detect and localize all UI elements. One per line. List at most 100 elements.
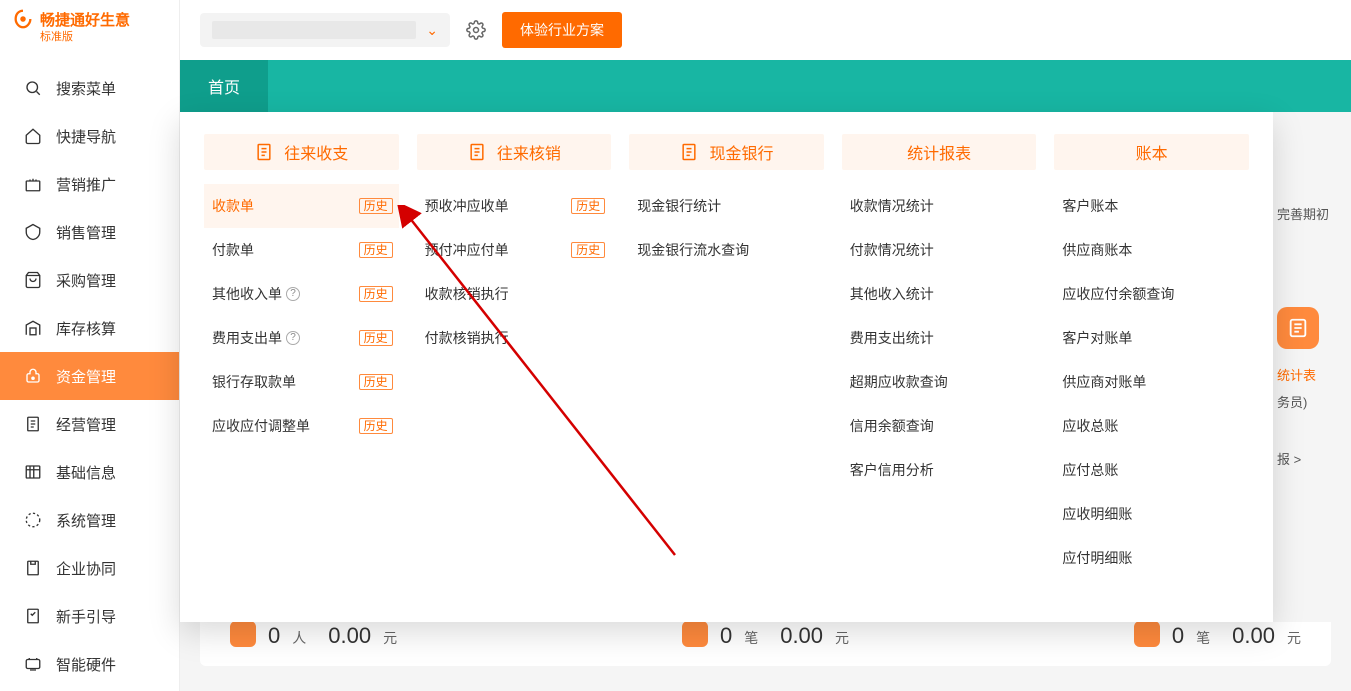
submenu-item[interactable]: 应付明细账 [1054, 536, 1249, 580]
submenu-item[interactable]: 供应商账本 [1054, 228, 1249, 272]
submenu-item[interactable]: 客户账本 [1054, 184, 1249, 228]
submenu-item-label: 收款核销执行 [425, 284, 509, 304]
nav-label: 搜索菜单 [56, 78, 116, 99]
sidebar-item[interactable]: 采购管理 [0, 256, 179, 304]
history-tag[interactable]: 历史 [359, 374, 393, 390]
submenu-item-label: 银行存取款单 [212, 372, 296, 392]
help-icon[interactable]: ? [286, 287, 300, 301]
submenu-column: 统计报表收款情况统计付款情况统计其他收入统计费用支出统计超期应收款查询信用余额查… [842, 134, 1037, 600]
submenu-item-label: 应收总账 [1062, 416, 1118, 436]
submenu-item[interactable]: 应收应付调整单历史 [204, 404, 399, 448]
submenu-item-label: 费用支出单 ? [212, 328, 300, 348]
submenu-item-label: 应收明细账 [1062, 504, 1132, 524]
history-tag[interactable]: 历史 [359, 286, 393, 302]
sidebar-item[interactable]: 营销推广 [0, 160, 179, 208]
org-selector[interactable]: ⌄ [200, 13, 450, 47]
submenu-item[interactable]: 客户对账单 [1054, 316, 1249, 360]
submenu-item[interactable]: 费用支出统计 [842, 316, 1037, 360]
submenu-item[interactable]: 应收明细账 [1054, 492, 1249, 536]
nav-label: 基础信息 [56, 462, 116, 483]
nav-icon [24, 607, 42, 625]
submenu-column-title: 现金银行 [709, 140, 773, 164]
sidebar-item[interactable]: 资金管理 [0, 352, 179, 400]
sidebar-item[interactable]: 库存核算 [0, 304, 179, 352]
nav-label: 智能硬件 [56, 654, 116, 675]
sidebar-item[interactable]: 搜索菜单 [0, 64, 179, 112]
industry-plan-button[interactable]: 体验行业方案 [502, 12, 622, 48]
submenu-item-label: 客户信用分析 [850, 460, 934, 480]
brand-name: 畅捷通好生意 [40, 9, 130, 30]
submenu-item[interactable]: 超期应收款查询 [842, 360, 1037, 404]
submenu-item[interactable]: 应收总账 [1054, 404, 1249, 448]
submenu-item-label: 付款情况统计 [850, 240, 934, 260]
submenu-item[interactable]: 收款核销执行 [417, 272, 612, 316]
submenu-item[interactable]: 应付总账 [1054, 448, 1249, 492]
stat-count-unit: 笔 [1196, 628, 1210, 648]
sidebar-item[interactable]: 智能硬件 [0, 640, 179, 688]
sidebar-item[interactable]: 新手引导 [0, 592, 179, 640]
submenu-item[interactable]: 应收应付余额查询 [1054, 272, 1249, 316]
submenu-item[interactable]: 收款单历史 [204, 184, 399, 228]
submenu-item[interactable]: 供应商对账单 [1054, 360, 1249, 404]
sidebar-item[interactable]: 企业协同 [0, 544, 179, 592]
nav-icon [24, 175, 42, 193]
submenu-column-header: 往来核销 [417, 134, 612, 170]
nav-label: 企业协同 [56, 558, 116, 579]
history-tag[interactable]: 历史 [359, 418, 393, 434]
submenu-item[interactable]: 预付冲应付单 历史 [417, 228, 612, 272]
sidebar-nav: 搜索菜单快捷导航营销推广销售管理采购管理库存核算资金管理经营管理基础信息系统管理… [0, 60, 179, 688]
nav-icon [24, 655, 42, 673]
submenu-item-label: 付款单 [212, 240, 254, 260]
submenu-item-label: 超期应收款查询 [850, 372, 948, 392]
sidebar-item[interactable]: 销售管理 [0, 208, 179, 256]
submenu-item-label: 信用余额查询 [850, 416, 934, 436]
report-icon[interactable] [1277, 307, 1319, 349]
brand-edition: 标准版 [40, 28, 167, 44]
sliver-text[interactable]: 报 > [1273, 443, 1351, 474]
submenu-item[interactable]: 预收冲应收单历史 [417, 184, 612, 228]
submenu-column-header: 往来收支 [204, 134, 399, 170]
submenu-item[interactable]: 付款单 历史 [204, 228, 399, 272]
nav-icon [24, 319, 42, 337]
submenu-item[interactable]: 信用余额查询 [842, 404, 1037, 448]
nav-label: 资金管理 [56, 366, 116, 387]
nav-icon [24, 415, 42, 433]
nav-icon [24, 79, 42, 97]
submenu-item[interactable]: 付款核销执行 [417, 316, 612, 360]
nav-label: 采购管理 [56, 270, 116, 291]
tab-home[interactable]: 首页 [180, 60, 268, 112]
history-tag[interactable]: 历史 [359, 242, 393, 258]
sidebar-item[interactable]: 快捷导航 [0, 112, 179, 160]
submenu-item-label: 客户账本 [1062, 196, 1118, 216]
topbar: ⌄ 体验行业方案 [180, 0, 1351, 60]
nav-label: 营销推广 [56, 174, 116, 195]
submenu-item[interactable]: 其他收入统计 [842, 272, 1037, 316]
submenu-column: 往来核销预收冲应收单历史预付冲应付单 历史收款核销执行付款核销执行 [417, 134, 612, 600]
stat-amount-unit: 元 [383, 628, 397, 648]
nav-label: 销售管理 [56, 222, 116, 243]
submenu-item[interactable]: 费用支出单 ? 历史 [204, 316, 399, 360]
submenu-item[interactable]: 现金银行统计 [629, 184, 824, 228]
history-tag[interactable]: 历史 [571, 198, 605, 214]
history-tag[interactable]: 历史 [571, 242, 605, 258]
submenu-column: 往来收支收款单历史付款单历史其他收入单 ?历史费用支出单 ?历史银行存取款单历史… [204, 134, 399, 600]
history-tag[interactable]: 历史 [359, 198, 393, 214]
nav-icon [24, 559, 42, 577]
submenu-item[interactable]: 客户信用分析 [842, 448, 1037, 492]
submenu-item[interactable]: 其他收入单 ?历史 [204, 272, 399, 316]
submenu-item[interactable]: 银行存取款单 历史 [204, 360, 399, 404]
sidebar-item[interactable]: 基础信息 [0, 448, 179, 496]
sidebar-item[interactable]: 系统管理 [0, 496, 179, 544]
history-tag[interactable]: 历史 [359, 330, 393, 346]
submenu-item-label: 预付冲应付单 [425, 240, 509, 260]
stat-amount: 0.00 [1232, 623, 1275, 649]
gear-icon[interactable] [466, 20, 486, 40]
nav-label: 库存核算 [56, 318, 116, 339]
stat-amount: 0.00 [780, 623, 823, 649]
help-icon[interactable]: ? [286, 331, 300, 345]
submenu-item[interactable]: 现金银行流水查询 [629, 228, 824, 272]
submenu-item[interactable]: 付款情况统计 [842, 228, 1037, 272]
submenu-item-label: 其他收入统计 [850, 284, 934, 304]
sidebar-item[interactable]: 经营管理 [0, 400, 179, 448]
submenu-item[interactable]: 收款情况统计 [842, 184, 1037, 228]
